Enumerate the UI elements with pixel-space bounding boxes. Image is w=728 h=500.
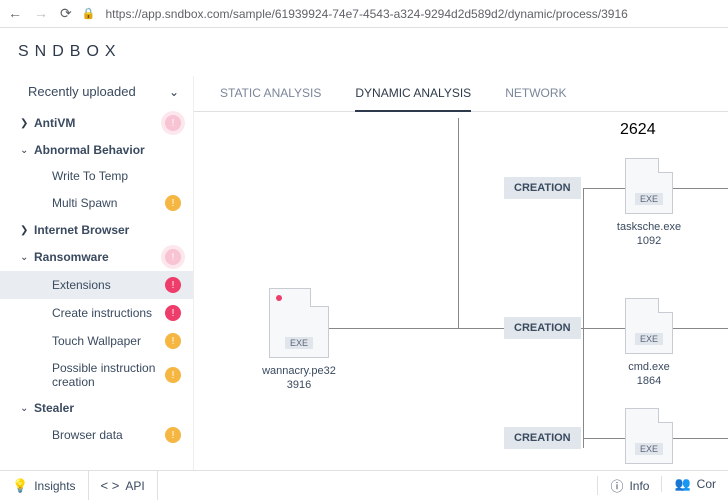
api-button[interactable]: < > API <box>89 471 158 500</box>
sidebar-item-abnormal-behavior[interactable]: ⌄Abnormal Behavior <box>0 137 193 163</box>
main: Recently uploaded ⌄ ❯AntiVM!⌄Abnormal Be… <box>0 76 728 470</box>
node-name: cmd.exe <box>604 360 694 374</box>
sidebar-item-extensions[interactable]: Extensions! <box>0 271 193 299</box>
back-icon[interactable]: ← <box>8 5 22 22</box>
sidebar-item-create-instructions[interactable]: Create instructions! <box>0 299 193 327</box>
caret-icon: ❯ <box>20 118 34 129</box>
lock-icon: 🔒 <box>82 7 96 20</box>
insights-button[interactable]: 💡 Insights <box>0 471 89 500</box>
caret-icon: ⌄ <box>20 145 34 156</box>
sidebar-item-write-to-temp[interactable]: Write To Temp <box>0 163 193 189</box>
sidebar-item-label: Write To Temp <box>52 169 183 183</box>
forward-icon[interactable]: → <box>34 5 48 22</box>
file-ext: EXE <box>635 443 663 455</box>
process-node-root[interactable]: EXE wannacry.pe32 3916 <box>239 288 359 393</box>
tab-static-analysis[interactable]: STATIC ANALYSIS <box>220 86 321 111</box>
creation-tag: CREATION <box>504 317 581 339</box>
sidebar-item-internet-browser[interactable]: ❯Internet Browser <box>0 217 193 243</box>
alert-badge-icon: ! <box>165 333 181 349</box>
node-pid: 3916 <box>239 378 359 392</box>
sidebar-item-ransomware[interactable]: ⌄Ransomware! <box>0 243 193 271</box>
alert-badge-icon: ! <box>165 115 181 131</box>
sidebar-item-multi-spawn[interactable]: Multi Spawn! <box>0 189 193 217</box>
alert-badge-icon: ! <box>165 427 181 443</box>
sidebar-item-antivm[interactable]: ❯AntiVM! <box>0 109 193 137</box>
caret-icon: ⌄ <box>20 403 34 414</box>
sidebar-item-possible-instruction-creation[interactable]: Possible instruction creation! <box>0 355 193 395</box>
sidebar-item-label: AntiVM <box>34 116 165 130</box>
bulb-icon: 💡 <box>12 478 28 494</box>
node-name: tasksche.exe <box>604 220 694 234</box>
alert-dot-icon <box>276 295 282 301</box>
alert-badge-icon: ! <box>165 195 181 211</box>
process-graph: 2624 EXE wannacry.pe32 3916 CRE <box>194 118 728 470</box>
alert-badge-icon: ! <box>165 277 181 293</box>
sidebar-item-label: Abnormal Behavior <box>34 143 183 157</box>
file-ext: EXE <box>635 193 663 205</box>
node-pid: 1864 <box>604 374 694 388</box>
cor-button[interactable]: 👥 Cor <box>661 476 728 492</box>
bottombar: 💡 Insights < > API ⓘ Info 👥 Cor <box>0 470 728 500</box>
sidebar-item-label: Touch Wallpaper <box>52 334 165 348</box>
topbar: SNDBOX <box>0 28 728 76</box>
process-node[interactable]: EXE tasksche.exe 1092 <box>604 158 694 249</box>
api-label: API <box>125 479 144 493</box>
sidebar: Recently uploaded ⌄ ❯AntiVM!⌄Abnormal Be… <box>0 76 194 470</box>
tab-network[interactable]: NETWORK <box>505 86 566 111</box>
tab-dynamic-analysis[interactable]: DYNAMIC ANALYSIS <box>355 86 471 112</box>
caret-icon: ⌄ <box>20 252 34 263</box>
logo[interactable]: SNDBOX <box>18 43 122 61</box>
sidebar-item-label: Internet Browser <box>34 223 183 237</box>
sidebar-item-label: Multi Spawn <box>52 196 165 210</box>
node-pid: 1092 <box>604 234 694 248</box>
sidebar-item-stealer[interactable]: ⌄Stealer <box>0 395 193 421</box>
cor-label: Cor <box>697 477 716 491</box>
url-bar[interactable]: https://app.sndbox.com/sample/61939924-7… <box>105 7 720 21</box>
node-pid-top: 2624 <box>620 120 656 141</box>
sidebar-header-label: Recently uploaded <box>28 84 136 99</box>
file-icon: EXE <box>625 408 673 464</box>
process-node[interactable]: EXE cmd.exe 1864 <box>604 298 694 389</box>
process-node[interactable]: EXE @WanaDecryptor@.exe 3952 <box>584 408 714 470</box>
sidebar-item-label: Ransomware <box>34 250 165 264</box>
creation-tag: CREATION <box>504 427 581 449</box>
tabs: STATIC ANALYSIS DYNAMIC ANALYSIS NETWORK <box>194 76 728 112</box>
sidebar-item-label: Stealer <box>34 401 183 415</box>
people-icon: 👥 <box>674 476 690 492</box>
browser-bar: ← → ⟳ 🔒 https://app.sndbox.com/sample/61… <box>0 0 728 28</box>
caret-icon: ❯ <box>20 225 34 236</box>
file-ext: EXE <box>635 333 663 345</box>
sidebar-item-touch-wallpaper[interactable]: Touch Wallpaper! <box>0 327 193 355</box>
sidebar-item-label: Browser data <box>52 428 165 442</box>
sidebar-item-label: Extensions <box>52 278 165 292</box>
file-ext: EXE <box>285 337 313 349</box>
file-icon: EXE <box>625 158 673 214</box>
node-name: wannacry.pe32 <box>239 364 359 378</box>
creation-tag: CREATION <box>504 177 581 199</box>
sidebar-item-label: Create instructions <box>52 306 165 320</box>
reload-icon[interactable]: ⟳ <box>60 5 72 22</box>
chevron-down-icon: ⌄ <box>169 85 179 99</box>
file-icon: EXE <box>269 288 329 358</box>
sidebar-header[interactable]: Recently uploaded ⌄ <box>0 76 193 109</box>
alert-badge-icon: ! <box>165 367 181 383</box>
nav-buttons: ← → ⟳ <box>8 5 72 22</box>
alert-badge-icon: ! <box>165 305 181 321</box>
sidebar-item-browser-data[interactable]: Browser data! <box>0 421 193 449</box>
content: STATIC ANALYSIS DYNAMIC ANALYSIS NETWORK 2… <box>194 76 728 470</box>
info-label: Info <box>629 479 649 493</box>
file-icon: EXE <box>625 298 673 354</box>
sidebar-item-label: Possible instruction creation <box>52 361 165 389</box>
insights-label: Insights <box>34 479 75 493</box>
code-icon: < > <box>101 478 120 493</box>
info-button[interactable]: ⓘ Info <box>597 476 661 495</box>
info-icon: ⓘ <box>610 476 623 495</box>
alert-badge-icon: ! <box>165 249 181 265</box>
graph-line <box>458 118 459 328</box>
